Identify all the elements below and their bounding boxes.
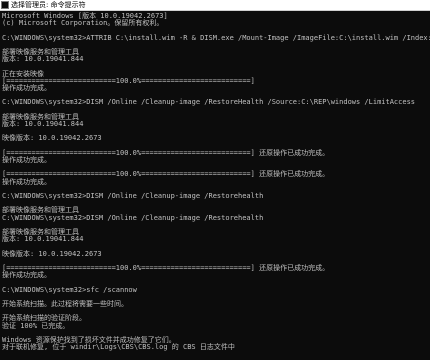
console-line: 对于联机修复, 位于 windir\Logs\CBS\CBS.log 的 CBS… (2, 343, 235, 352)
console-line: 操作成功完成。 (2, 177, 51, 186)
console-line: C:\WINDOWS\system32>ATTRIB C:\install.wi… (2, 33, 430, 42)
console-line: 版本: 10.0.19041.844 (2, 55, 84, 64)
console-line: 映像版本: 10.0.19042.2673 (2, 134, 102, 143)
console-line: 映像版本: 10.0.19042.2673 (2, 249, 102, 258)
console-line: [==========================100.0%=======… (2, 148, 330, 157)
console-line: (c) Microsoft Corporation。保留所有权利。 (2, 19, 164, 28)
console-line: C:\WINDOWS\system32>DISM /Online /Cleanu… (2, 98, 416, 107)
console-line: 版本: 10.0.19041.844 (2, 120, 84, 128)
console-line: 操作成功完成。 (2, 84, 51, 92)
title-bar[interactable]: 选择管理员: 命令提示符 (0, 0, 430, 11)
console-line: C:\WINDOWS\system32>DISM /Online /Cleanu… (2, 192, 264, 200)
console-line: [==========================100.0%=======… (2, 170, 330, 179)
console-line: 验证 100% 已完成。 (2, 321, 70, 330)
console-line: 版本: 10.0.19041.844 (2, 235, 84, 244)
console-line: 操作成功完成。 (2, 156, 51, 164)
console-line: 操作成功完成。 (2, 271, 51, 280)
console-line: C:\WINDOWS\system32>DISM /Online /Cleanu… (2, 213, 264, 222)
console-output[interactable]: Microsoft Windows [版本 10.0.19042.2673] (c… (0, 11, 430, 360)
console-line: 开始系统扫描。此过程将需要一些时间。 (2, 300, 128, 308)
command-prompt-window: 选择管理员: 命令提示符 Microsoft Windows [版本 10.0.… (0, 0, 430, 360)
window-title: 选择管理员: 命令提示符 (11, 1, 86, 9)
cmd-icon (1, 1, 9, 9)
console-line: C:\WINDOWS\system32>sfc /scannow (2, 285, 137, 294)
console-line: [==========================100.0%=======… (2, 264, 330, 272)
